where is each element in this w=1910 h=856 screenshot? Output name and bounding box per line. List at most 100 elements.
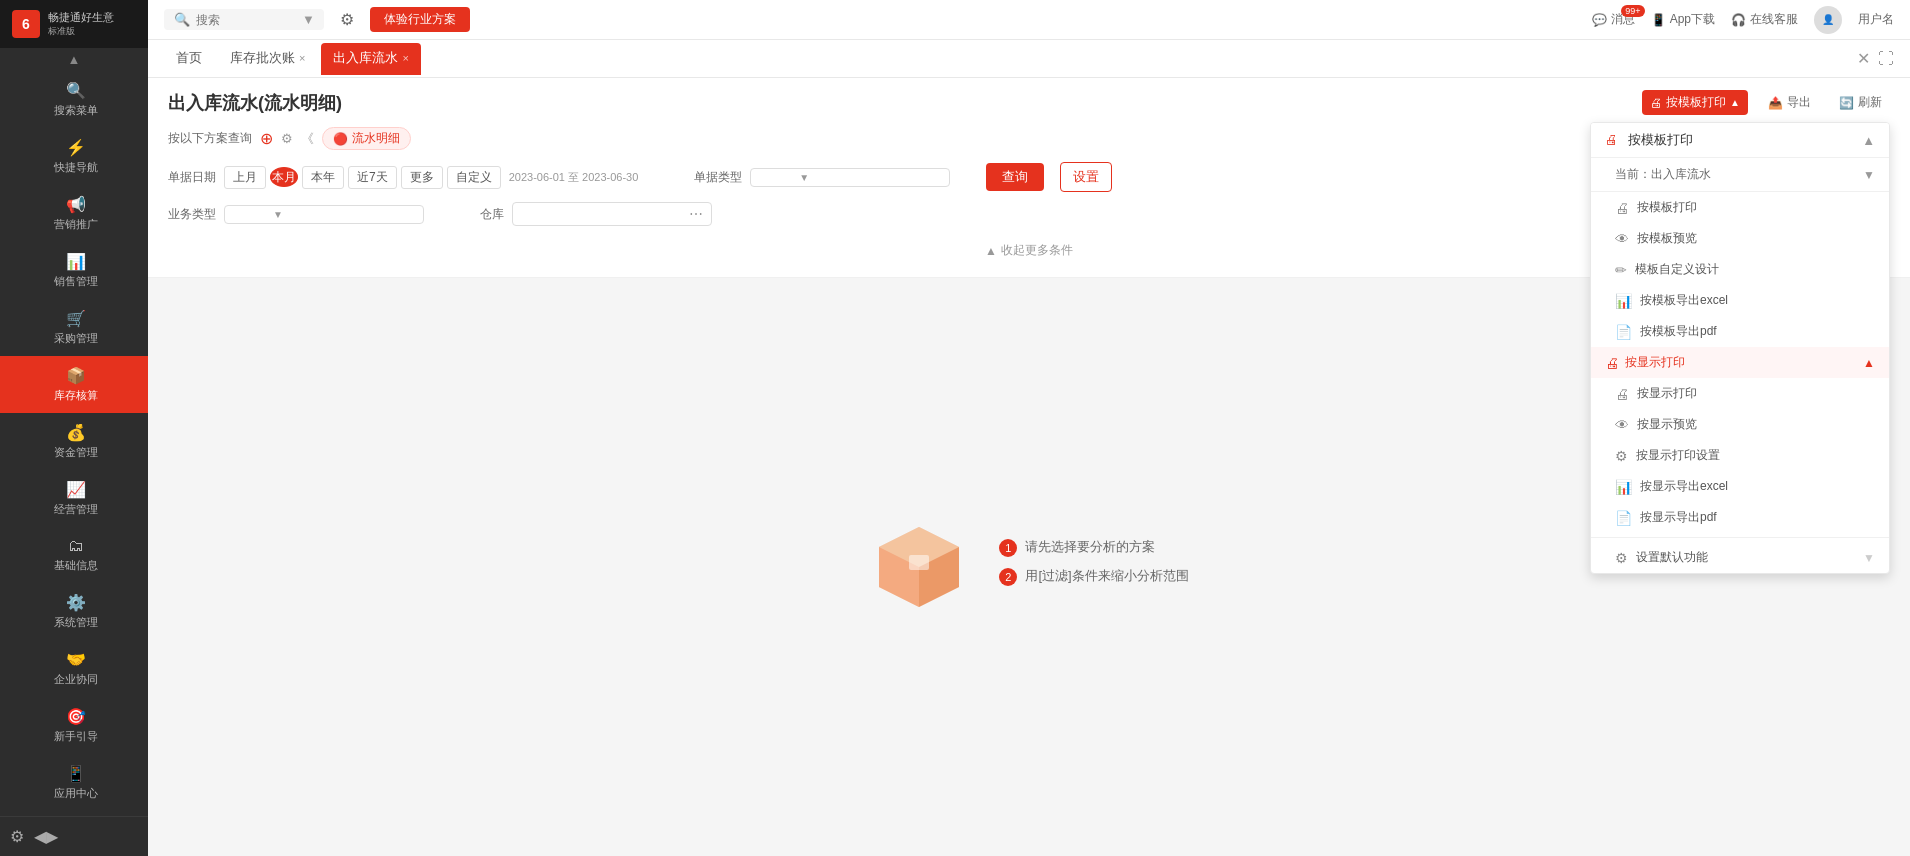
settings-button[interactable]: 设置 <box>1060 162 1112 192</box>
panel-item-template-design[interactable]: ✏ 模板自定义设计 <box>1591 254 1889 285</box>
app-download-link[interactable]: 📱 App下载 <box>1651 11 1715 28</box>
panel-item-template-print[interactable]: 🖨 按模板打印 <box>1591 192 1889 223</box>
panel-excel-icon: 📊 <box>1615 293 1632 309</box>
tab-batch-close[interactable]: × <box>299 52 305 64</box>
trial-button[interactable]: 体验行业方案 <box>370 7 470 32</box>
maximize-icon[interactable]: ⛶ <box>1878 50 1894 68</box>
filter-warehouse-dropdown[interactable]: ⋯ <box>512 202 712 226</box>
step-1-num: 1 <box>999 539 1017 557</box>
panel-item-display-preview-label: 按显示预览 <box>1637 416 1697 433</box>
settings-footer-icon[interactable]: ⚙ <box>10 827 24 846</box>
date-btn-last-month[interactable]: 上月 <box>224 166 266 189</box>
template-print-label: 按模板打印 <box>1666 94 1726 111</box>
filter-biz-label: 业务类型 <box>168 206 216 223</box>
export-icon: 📤 <box>1768 96 1783 110</box>
panel-item-template-excel[interactable]: 📊 按模板导出excel <box>1591 285 1889 316</box>
panel-item-default-setting[interactable]: ⚙ 设置默认功能 ▼ <box>1591 542 1889 573</box>
filter-settings-icon[interactable]: ⚙ <box>281 131 293 146</box>
sidebar-item-appcenter[interactable]: 📱 应用中心 <box>0 754 148 811</box>
refresh-button[interactable]: 🔄 刷新 <box>1831 90 1890 115</box>
search-input[interactable] <box>196 13 296 27</box>
sidebar-item-purchase[interactable]: 🛒 采购管理 <box>0 299 148 356</box>
panel-item-template-preview[interactable]: 👁 按模板预览 <box>1591 223 1889 254</box>
date-btn-7days[interactable]: 近7天 <box>348 166 397 189</box>
panel-item-display-print[interactable]: 🖨 按显示打印 <box>1591 378 1889 409</box>
operations-icon: 📈 <box>66 480 86 499</box>
sidebar-item-finance[interactable]: 💰 资金管理 <box>0 413 148 470</box>
filter-biz-dropdown[interactable]: ▼ <box>224 205 424 224</box>
sidebar-item-guide[interactable]: 🎯 新手引导 <box>0 697 148 754</box>
sidebar-item-collab-label: 企业协同 <box>54 672 98 687</box>
export-button[interactable]: 📤 导出 <box>1760 90 1819 115</box>
tab-bar: 首页 库存批次账 × 出入库流水 × ✕ ⛶ <box>148 40 1910 78</box>
top-header: 🔍 ▼ ⚙ 体验行业方案 💬 消息 99+ 📱 App下载 🎧 在线客服 👤 <box>148 0 1910 40</box>
chevron-up-icon: ▲ <box>1730 97 1740 108</box>
default-setting-icon: ⚙ <box>1615 550 1628 566</box>
template-print-button[interactable]: 🖨 按模板打印 ▲ <box>1642 90 1748 115</box>
tab-batch[interactable]: 库存批次账 × <box>218 43 317 75</box>
user-name: 用户名 <box>1858 11 1894 28</box>
sidebar-item-base[interactable]: 🗂 基础信息 <box>0 527 148 583</box>
panel-collapse-arrow[interactable]: ▲ <box>1862 133 1875 148</box>
message-link[interactable]: 💬 消息 99+ <box>1592 11 1635 28</box>
export-label: 导出 <box>1787 94 1811 111</box>
panel-item-display-excel[interactable]: 📊 按显示导出excel <box>1591 471 1889 502</box>
sidebar-item-inventory[interactable]: 📦 库存核算 <box>0 356 148 413</box>
sidebar-item-marketing[interactable]: 📢 营销推广 <box>0 185 148 242</box>
scroll-up-arrow[interactable]: ▲ <box>0 48 148 71</box>
sidebar-item-quicknav[interactable]: ⚡ 快捷导航 <box>0 128 148 185</box>
refresh-label: 刷新 <box>1858 94 1882 111</box>
filter-collapse-icon[interactable]: 《 <box>301 130 314 148</box>
sidebar-item-operations[interactable]: 📈 经营管理 <box>0 470 148 527</box>
filter-query-buttons: 查询 设置 <box>986 162 1112 192</box>
search-dropdown-arrow[interactable]: ▼ <box>302 12 315 27</box>
sidebar-item-search[interactable]: 🔍 搜索菜单 <box>0 71 148 128</box>
panel-divider <box>1591 537 1889 538</box>
sidebar-item-appcenter-label: 应用中心 <box>54 786 98 801</box>
sidebar-item-base-label: 基础信息 <box>54 558 98 573</box>
search-icon: 🔍 <box>174 12 190 27</box>
tab-flow[interactable]: 出入库流水 × <box>321 43 420 75</box>
avatar-icon: 👤 <box>1822 14 1834 25</box>
sidebar-item-system[interactable]: ⚙️ 系统管理 <box>0 583 148 640</box>
panel-item-display-pdf-label: 按显示导出pdf <box>1640 509 1717 526</box>
filter-type-dropdown[interactable]: ▼ <box>750 168 950 187</box>
page-header: 出入库流水(流水明细) 🖨 按模板打印 ▲ 📤 导出 🔄 刷新 <box>148 78 1910 115</box>
query-button[interactable]: 查询 <box>986 163 1044 191</box>
main-area: 🔍 ▼ ⚙ 体验行业方案 💬 消息 99+ 📱 App下载 🎧 在线客服 👤 <box>148 0 1910 856</box>
online-service-link[interactable]: 🎧 在线客服 <box>1731 11 1798 28</box>
close-window-icon[interactable]: ✕ <box>1857 49 1870 68</box>
date-btn-this-year[interactable]: 本年 <box>302 166 344 189</box>
panel-header: 🖨 按模板打印 ▲ <box>1591 123 1889 158</box>
date-btn-more[interactable]: 更多 <box>401 166 443 189</box>
tab-flow-close[interactable]: × <box>402 52 408 64</box>
message-icon: 💬 <box>1592 13 1607 27</box>
panel-item-display-print-label: 按显示打印 <box>1637 385 1697 402</box>
user-avatar[interactable]: 👤 <box>1814 6 1842 34</box>
filter-add-icon[interactable]: ⊕ <box>260 129 273 148</box>
panel-current-arrow[interactable]: ▼ <box>1863 168 1875 182</box>
filter-tag-label: 流水明细 <box>352 130 400 147</box>
system-icon: ⚙️ <box>66 593 86 612</box>
tab-home[interactable]: 首页 <box>164 43 214 75</box>
header-settings-icon[interactable]: ⚙ <box>340 10 354 29</box>
sidebar-item-collab[interactable]: 🤝 企业协同 <box>0 640 148 697</box>
header-search-box[interactable]: 🔍 ▼ <box>164 9 324 30</box>
display-pdf-icon: 📄 <box>1615 510 1632 526</box>
date-btn-custom[interactable]: 自定义 <box>447 166 501 189</box>
panel-preview-icon: 👁 <box>1615 231 1629 247</box>
panel-item-display-preview[interactable]: 👁 按显示预览 <box>1591 409 1889 440</box>
empty-steps: 1 请先选择要分析的方案 2 用[过滤]条件来缩小分析范围 <box>999 538 1188 596</box>
date-range-display: 2023-06-01 至 2023-06-30 <box>509 170 639 185</box>
svg-rect-4 <box>909 555 929 570</box>
panel-item-template-pdf[interactable]: 📄 按模板导出pdf <box>1591 316 1889 347</box>
panel-item-display-settings[interactable]: ⚙ 按显示打印设置 <box>1591 440 1889 471</box>
filter-date-label: 单据日期 <box>168 169 216 186</box>
section-print-icon: 🖨 <box>1605 355 1619 371</box>
date-btn-this-month[interactable]: 本月 <box>270 167 298 187</box>
toggle-sidebar-icon[interactable]: ◀▶ <box>34 827 58 846</box>
sidebar-item-sales[interactable]: 📊 销售管理 <box>0 242 148 299</box>
panel-section-display[interactable]: 🖨 按显示打印 ▲ <box>1591 347 1889 378</box>
panel-item-display-pdf[interactable]: 📄 按显示导出pdf <box>1591 502 1889 533</box>
panel-section-title: 按显示打印 <box>1625 354 1685 371</box>
